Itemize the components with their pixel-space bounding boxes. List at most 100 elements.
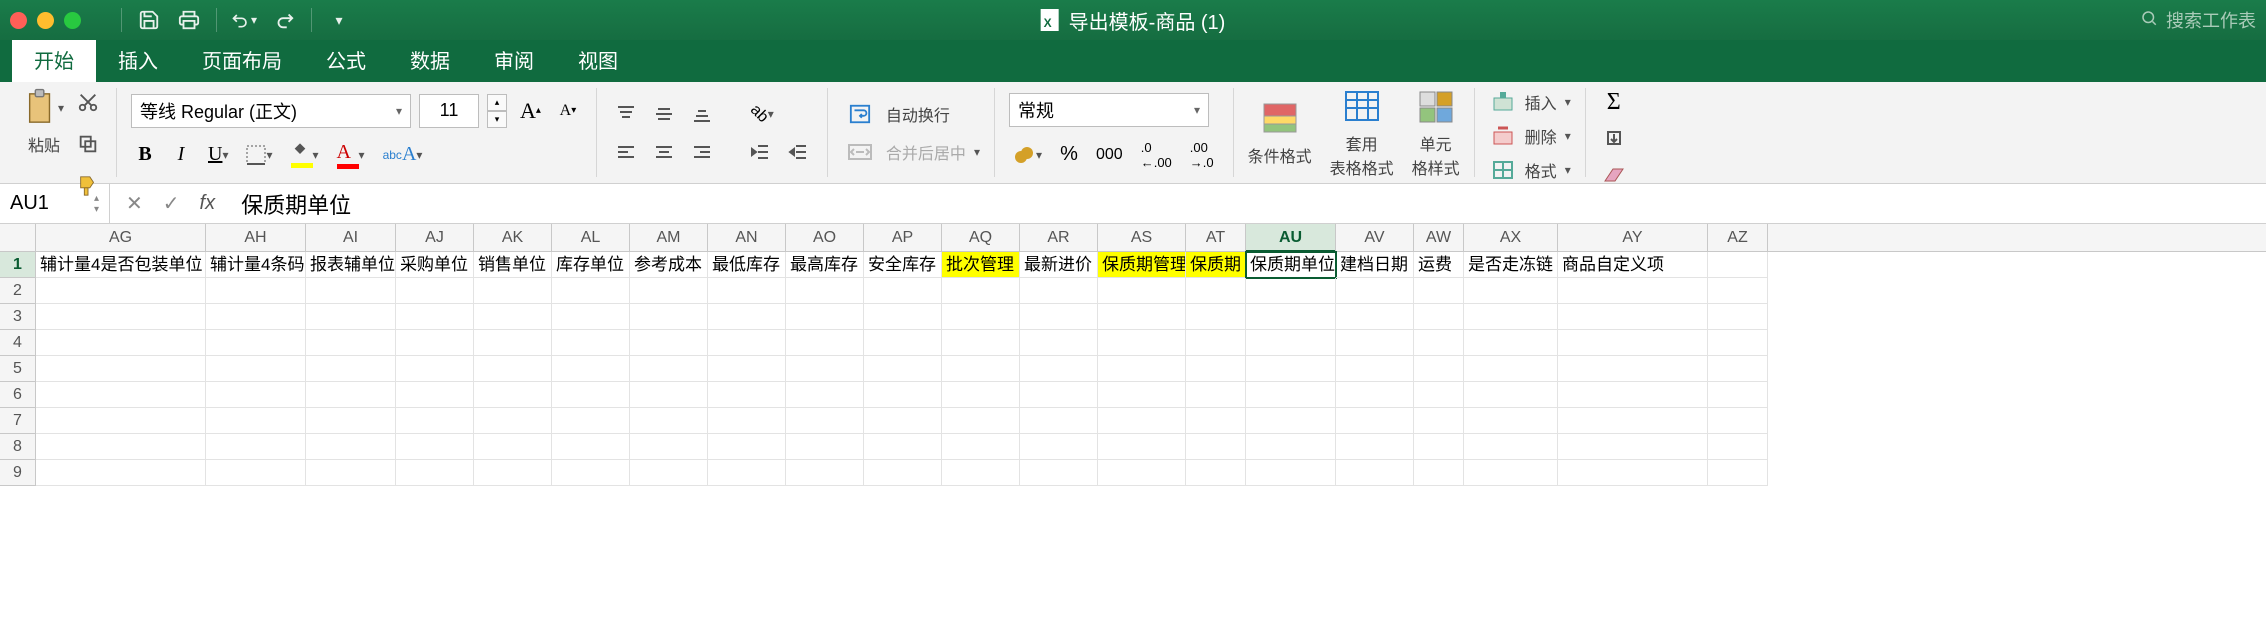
tab-数据[interactable]: 数据	[388, 37, 472, 82]
row-header-2[interactable]: 2	[0, 278, 36, 304]
cell-AS1[interactable]: 保质期管理	[1098, 252, 1186, 278]
format-as-table-button[interactable]: 套用 表格格式	[1330, 87, 1394, 179]
cut-icon[interactable]	[74, 88, 102, 116]
close-icon[interactable]	[10, 12, 27, 29]
cell-AJ2[interactable]	[396, 278, 474, 304]
align-right-button[interactable]	[687, 138, 717, 166]
formula-input[interactable]: 保质期单位	[231, 188, 2266, 220]
cell-AJ7[interactable]	[396, 408, 474, 434]
tab-视图[interactable]: 视图	[556, 37, 640, 82]
cell-AI7[interactable]	[306, 408, 396, 434]
cell-AU9[interactable]	[1246, 460, 1336, 486]
cell-AV7[interactable]	[1336, 408, 1414, 434]
cell-AL9[interactable]	[552, 460, 630, 486]
cell-AY4[interactable]	[1558, 330, 1708, 356]
cell-AR8[interactable]	[1020, 434, 1098, 460]
cell-AN8[interactable]	[708, 434, 786, 460]
fill-button[interactable]	[1600, 124, 1628, 152]
col-header-AK[interactable]: AK	[474, 224, 552, 251]
cell-AP2[interactable]	[864, 278, 942, 304]
cell-AS8[interactable]	[1098, 434, 1186, 460]
italic-button[interactable]: I	[167, 140, 195, 169]
minimize-icon[interactable]	[37, 12, 54, 29]
col-header-AN[interactable]: AN	[708, 224, 786, 251]
cell-AQ4[interactable]	[942, 330, 1020, 356]
align-bottom-button[interactable]	[687, 100, 717, 128]
format-cells-button[interactable]: 格式▾	[1489, 156, 1571, 184]
cell-AR6[interactable]	[1020, 382, 1098, 408]
cell-AZ2[interactable]	[1708, 278, 1768, 304]
autosum-button[interactable]: Σ	[1600, 88, 1628, 116]
cell-AQ3[interactable]	[942, 304, 1020, 330]
cell-AY1[interactable]: 商品自定义项	[1558, 252, 1708, 278]
enter-formula-icon[interactable]: ✓	[163, 191, 180, 216]
cell-AG5[interactable]	[36, 356, 206, 382]
col-header-AJ[interactable]: AJ	[396, 224, 474, 251]
cell-AP6[interactable]	[864, 382, 942, 408]
clear-button[interactable]	[1600, 160, 1628, 188]
print-icon[interactable]	[176, 7, 202, 33]
cell-AZ7[interactable]	[1708, 408, 1768, 434]
cell-AT9[interactable]	[1186, 460, 1246, 486]
cell-AT6[interactable]	[1186, 382, 1246, 408]
col-header-AL[interactable]: AL	[552, 224, 630, 251]
cell-AX8[interactable]	[1464, 434, 1558, 460]
cell-AO8[interactable]	[786, 434, 864, 460]
cell-AL8[interactable]	[552, 434, 630, 460]
cell-AZ8[interactable]	[1708, 434, 1768, 460]
cell-AK4[interactable]	[474, 330, 552, 356]
cell-AM1[interactable]: 参考成本	[630, 252, 708, 278]
qat-customize-icon[interactable]: ▾	[326, 7, 352, 33]
cell-AO4[interactable]	[786, 330, 864, 356]
cell-AZ3[interactable]	[1708, 304, 1768, 330]
align-middle-button[interactable]	[649, 100, 679, 128]
paste-icon[interactable]: ▾	[24, 88, 64, 128]
cell-AZ9[interactable]	[1708, 460, 1768, 486]
align-top-button[interactable]	[611, 100, 641, 128]
cell-AI5[interactable]	[306, 356, 396, 382]
row-header-6[interactable]: 6	[0, 382, 36, 408]
cell-AM8[interactable]	[630, 434, 708, 460]
cell-AT8[interactable]	[1186, 434, 1246, 460]
cell-AW5[interactable]	[1414, 356, 1464, 382]
cell-AJ1[interactable]: 采购单位	[396, 252, 474, 278]
cell-AU3[interactable]	[1246, 304, 1336, 330]
cell-AN4[interactable]	[708, 330, 786, 356]
col-header-AR[interactable]: AR	[1020, 224, 1098, 251]
cell-AJ6[interactable]	[396, 382, 474, 408]
cell-AG9[interactable]	[36, 460, 206, 486]
col-header-AQ[interactable]: AQ	[942, 224, 1020, 251]
cell-AK5[interactable]	[474, 356, 552, 382]
cell-AN9[interactable]	[708, 460, 786, 486]
cell-AK9[interactable]	[474, 460, 552, 486]
tab-开始[interactable]: 开始	[12, 37, 96, 82]
cell-AY3[interactable]	[1558, 304, 1708, 330]
col-header-AM[interactable]: AM	[630, 224, 708, 251]
cell-AL3[interactable]	[552, 304, 630, 330]
cell-AW4[interactable]	[1414, 330, 1464, 356]
merge-center-button[interactable]	[842, 138, 878, 166]
cell-AT4[interactable]	[1186, 330, 1246, 356]
cell-AY7[interactable]	[1558, 408, 1708, 434]
fill-color-button[interactable]: ▾	[286, 139, 324, 171]
cell-AT2[interactable]	[1186, 278, 1246, 304]
cell-AP4[interactable]	[864, 330, 942, 356]
cell-AM5[interactable]	[630, 356, 708, 382]
tab-审阅[interactable]: 审阅	[472, 37, 556, 82]
cell-AK2[interactable]	[474, 278, 552, 304]
cell-AP3[interactable]	[864, 304, 942, 330]
cell-AI9[interactable]	[306, 460, 396, 486]
cell-AK1[interactable]: 销售单位	[474, 252, 552, 278]
cell-AS2[interactable]	[1098, 278, 1186, 304]
cell-AN5[interactable]	[708, 356, 786, 382]
cell-AL6[interactable]	[552, 382, 630, 408]
col-header-AW[interactable]: AW	[1414, 224, 1464, 251]
cell-AU7[interactable]	[1246, 408, 1336, 434]
col-header-AS[interactable]: AS	[1098, 224, 1186, 251]
decrease-indent-button[interactable]	[745, 138, 775, 166]
cell-AR4[interactable]	[1020, 330, 1098, 356]
conditional-format-button[interactable]: 条件格式	[1248, 99, 1312, 167]
cell-AY2[interactable]	[1558, 278, 1708, 304]
cell-AS3[interactable]	[1098, 304, 1186, 330]
cell-AZ4[interactable]	[1708, 330, 1768, 356]
